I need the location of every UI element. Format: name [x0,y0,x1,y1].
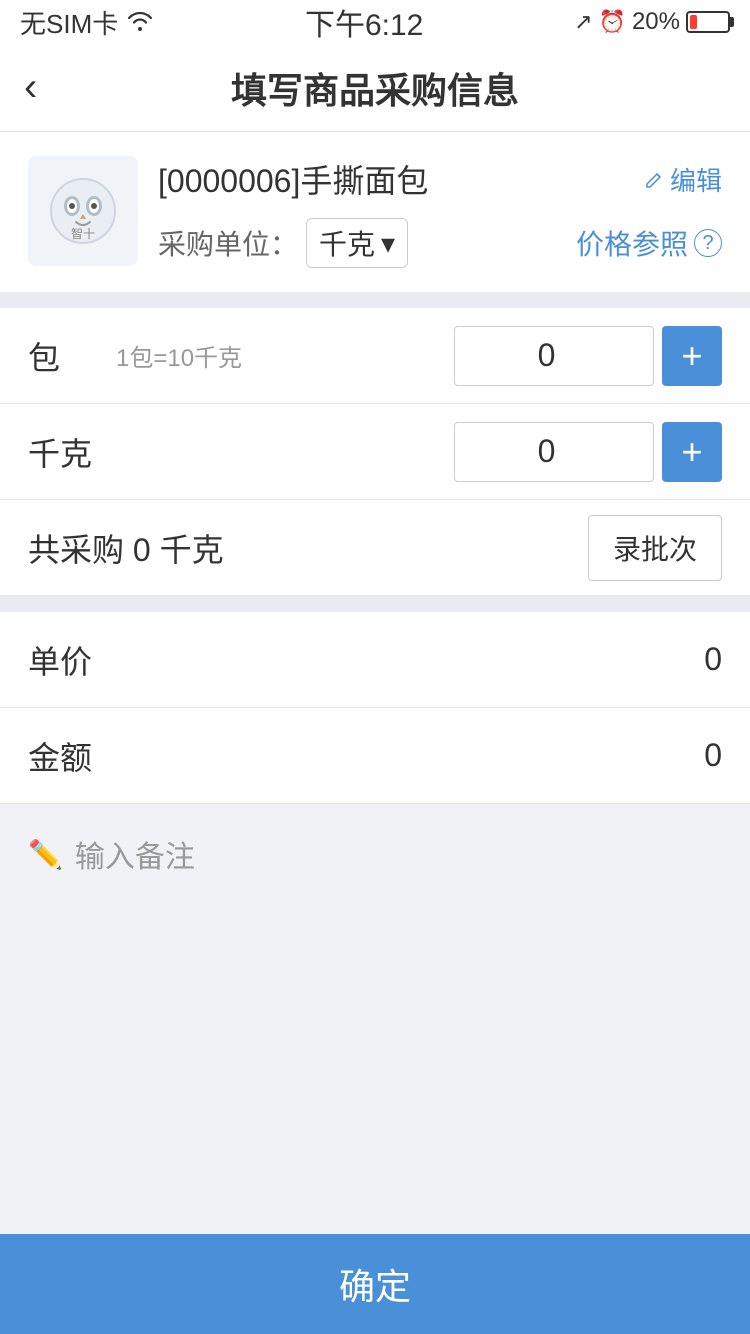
back-button[interactable]: ‹ [24,65,37,110]
section-divider-2 [0,596,750,612]
bag-plus-button[interactable]: + [662,326,722,386]
chevron-down-icon: ▾ [381,227,395,260]
bag-label: 包 [28,333,108,379]
remark-placeholder: 输入备注 [75,832,195,876]
confirm-btn-wrapper: 确定 [0,1234,750,1334]
input-section: 包 1包=10千克 + 千克 + [0,308,750,500]
product-name: [0000006]手撕面包 [158,156,428,202]
status-time: 下午6:12 [305,0,423,44]
bag-qty-input[interactable] [454,326,654,386]
page-title: 填写商品采购信息 [231,62,519,114]
price-value: 0 [704,641,722,678]
price-ref-button[interactable]: 价格参照 ? [576,223,722,263]
bag-input-control: + [454,326,722,386]
amount-value: 0 [704,737,722,774]
amount-row: 金额 0 [0,708,750,804]
price-label: 单价 [28,637,92,683]
status-left: 无SIM卡 [20,4,154,41]
confirm-button[interactable]: 确定 [0,1234,750,1334]
kg-label: 千克 [28,429,108,475]
product-card: 智十 [0000006]手撕面包 编辑 采购单位： 千克 ▾ 价格参照 ? [0,132,750,292]
location-icon: ↗ [574,9,592,35]
unit-select[interactable]: 千克 ▾ [306,218,408,268]
edit-button[interactable]: 编辑 [644,161,722,198]
product-info: [0000006]手撕面包 编辑 采购单位： 千克 ▾ 价格参照 ? [158,156,722,268]
total-text: 共采购 0 千克 [28,525,224,571]
help-icon: ? [694,229,722,257]
batch-button[interactable]: 录批次 [588,515,722,581]
remark-section[interactable]: ✏️ 输入备注 [0,804,750,904]
unit-label: 采购单位： [158,223,298,263]
status-right: ↗ ⏰ 20% [574,8,730,36]
kg-qty-input[interactable] [454,422,654,482]
amount-label: 金额 [28,733,92,779]
battery-percent: 20% [632,8,680,36]
total-row: 共采购 0 千克 录批次 [0,500,750,596]
svg-text:智十: 智十 [71,226,95,241]
price-row: 单价 0 [0,612,750,708]
bag-row: 包 1包=10千克 + [0,308,750,404]
bag-sublabel: 1包=10千克 [116,338,454,373]
alarm-icon: ⏰ [599,9,626,35]
info-section: 单价 0 金额 0 [0,612,750,804]
carrier-text: 无SIM卡 [20,4,118,41]
kg-input-control: + [454,422,722,482]
pencil-icon: ✏️ [28,838,63,871]
kg-plus-button[interactable]: + [662,422,722,482]
nav-bar: ‹ 填写商品采购信息 [0,44,750,132]
content-spacer [0,904,750,1204]
status-bar: 无SIM卡 下午6:12 ↗ ⏰ 20% [0,0,750,44]
product-thumbnail: 智十 [28,156,138,266]
battery-icon [686,11,730,33]
wifi-icon [126,7,154,38]
section-divider-1 [0,292,750,308]
kg-row: 千克 + [0,404,750,500]
